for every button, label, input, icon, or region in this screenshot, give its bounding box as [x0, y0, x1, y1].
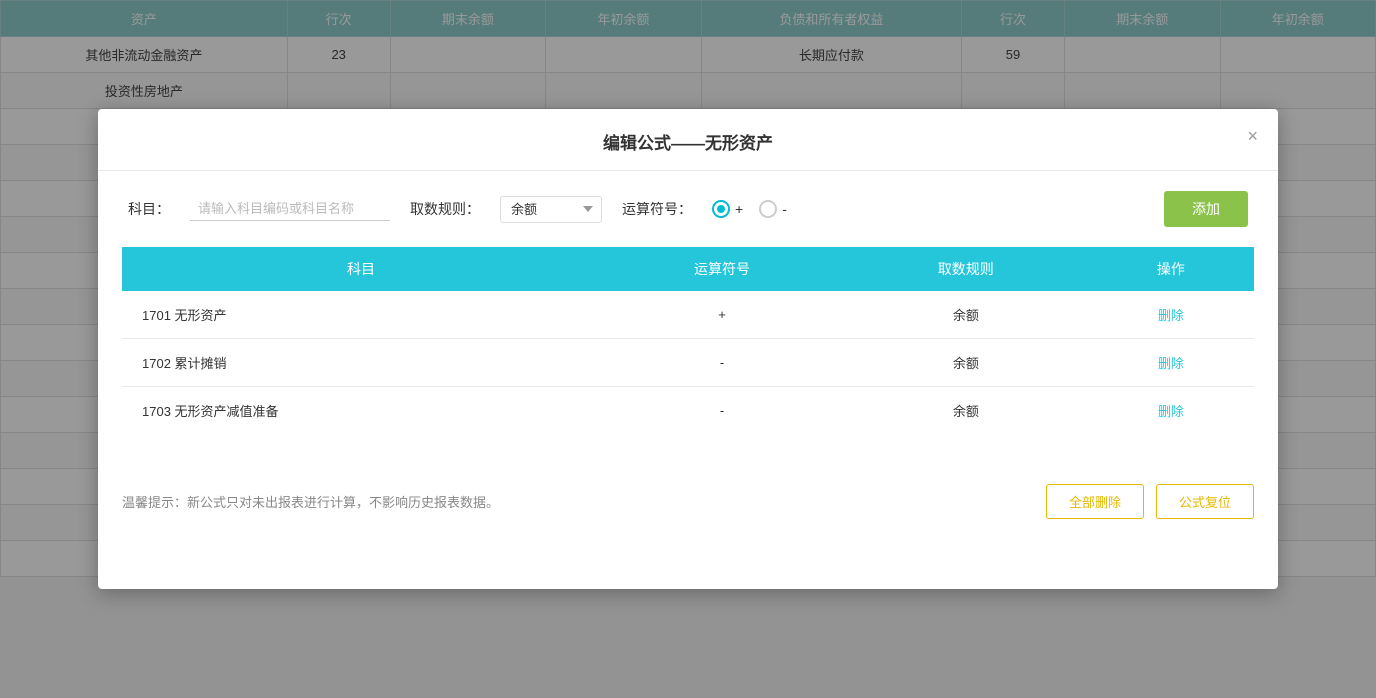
- modal-title: 编辑公式——无形资产: [603, 134, 773, 153]
- rule-select[interactable]: 余额 借方发生额 贷方发生额 借方余额 贷方余额: [500, 196, 602, 223]
- operator-plus-radio[interactable]: [712, 200, 730, 218]
- table-cell-subject: 1701 无形资产: [122, 291, 600, 339]
- subject-input[interactable]: [190, 197, 390, 221]
- hint-text: 温馨提示：新公式只对未出报表进行计算，不影响历史报表数据。: [122, 492, 499, 511]
- modal-overlay: 编辑公式——无形资产 × 科目： 取数规则： 余额 借方发生额 贷方发生额 借方…: [0, 0, 1376, 698]
- table-cell-rule: 余额: [844, 387, 1088, 435]
- operator-radio-group: + -: [712, 200, 787, 218]
- operator-label: 运算符号：: [622, 199, 692, 219]
- close-button[interactable]: ×: [1247, 127, 1258, 145]
- rule-select-wrap: 余额 借方发生额 贷方发生额 借方余额 贷方余额: [500, 196, 602, 223]
- table-row: 1703 无形资产减值准备-余额 删除: [122, 387, 1254, 435]
- operator-plus-label: +: [735, 201, 743, 217]
- table-header-operator: 运算符号: [600, 247, 844, 291]
- data-table: 科目 运算符号 取数规则 操作 1701 无形资产+余额删除1702 累计摊销-…: [122, 247, 1254, 434]
- table-cell-subject: 1703 无形资产减值准备: [122, 387, 600, 435]
- operator-minus-label: -: [782, 201, 787, 217]
- delete-row-button[interactable]: 删除: [1158, 404, 1184, 419]
- subject-label: 科目：: [128, 199, 170, 219]
- delete-row-button[interactable]: 删除: [1158, 308, 1184, 323]
- table-header-action: 操作: [1088, 247, 1254, 291]
- modal-footer: 温馨提示：新公式只对未出报表进行计算，不影响历史报表数据。 全部删除 公式复位: [98, 464, 1278, 539]
- delete-all-button[interactable]: 全部删除: [1046, 484, 1144, 519]
- table-cell-action: 删除: [1088, 291, 1254, 339]
- reset-formula-button[interactable]: 公式复位: [1156, 484, 1254, 519]
- table-cell-action: 删除: [1088, 387, 1254, 435]
- operator-plus-option[interactable]: +: [712, 200, 743, 218]
- footer-buttons: 全部删除 公式复位: [1046, 484, 1254, 519]
- table-cell-operator: +: [600, 291, 844, 339]
- table-row: 1701 无形资产+余额 删除: [122, 291, 1254, 339]
- delete-row-button[interactable]: 删除: [1158, 356, 1184, 371]
- table-header-rule: 取数规则: [844, 247, 1088, 291]
- table-cell-rule: 余额: [844, 291, 1088, 339]
- table-cell-operator: -: [600, 339, 844, 387]
- data-table-wrap: 科目 运算符号 取数规则 操作 1701 无形资产+余额删除1702 累计摊销-…: [98, 247, 1278, 434]
- table-header-subject: 科目: [122, 247, 600, 291]
- table-row: 1702 累计摊销-余额 删除: [122, 339, 1254, 387]
- table-cell-subject: 1702 累计摊销: [122, 339, 600, 387]
- table-cell-action: 删除: [1088, 339, 1254, 387]
- modal-header: 编辑公式——无形资产 ×: [98, 109, 1278, 171]
- form-row: 科目： 取数规则： 余额 借方发生额 贷方发生额 借方余额 贷方余额 运算符号：…: [98, 171, 1278, 247]
- modal-dialog: 编辑公式——无形资产 × 科目： 取数规则： 余额 借方发生额 贷方发生额 借方…: [98, 109, 1278, 589]
- table-cell-rule: 余额: [844, 339, 1088, 387]
- table-cell-operator: -: [600, 387, 844, 435]
- operator-minus-radio[interactable]: [759, 200, 777, 218]
- rule-label: 取数规则：: [410, 199, 480, 219]
- add-button[interactable]: 添加: [1164, 191, 1248, 227]
- operator-minus-option[interactable]: -: [759, 200, 787, 218]
